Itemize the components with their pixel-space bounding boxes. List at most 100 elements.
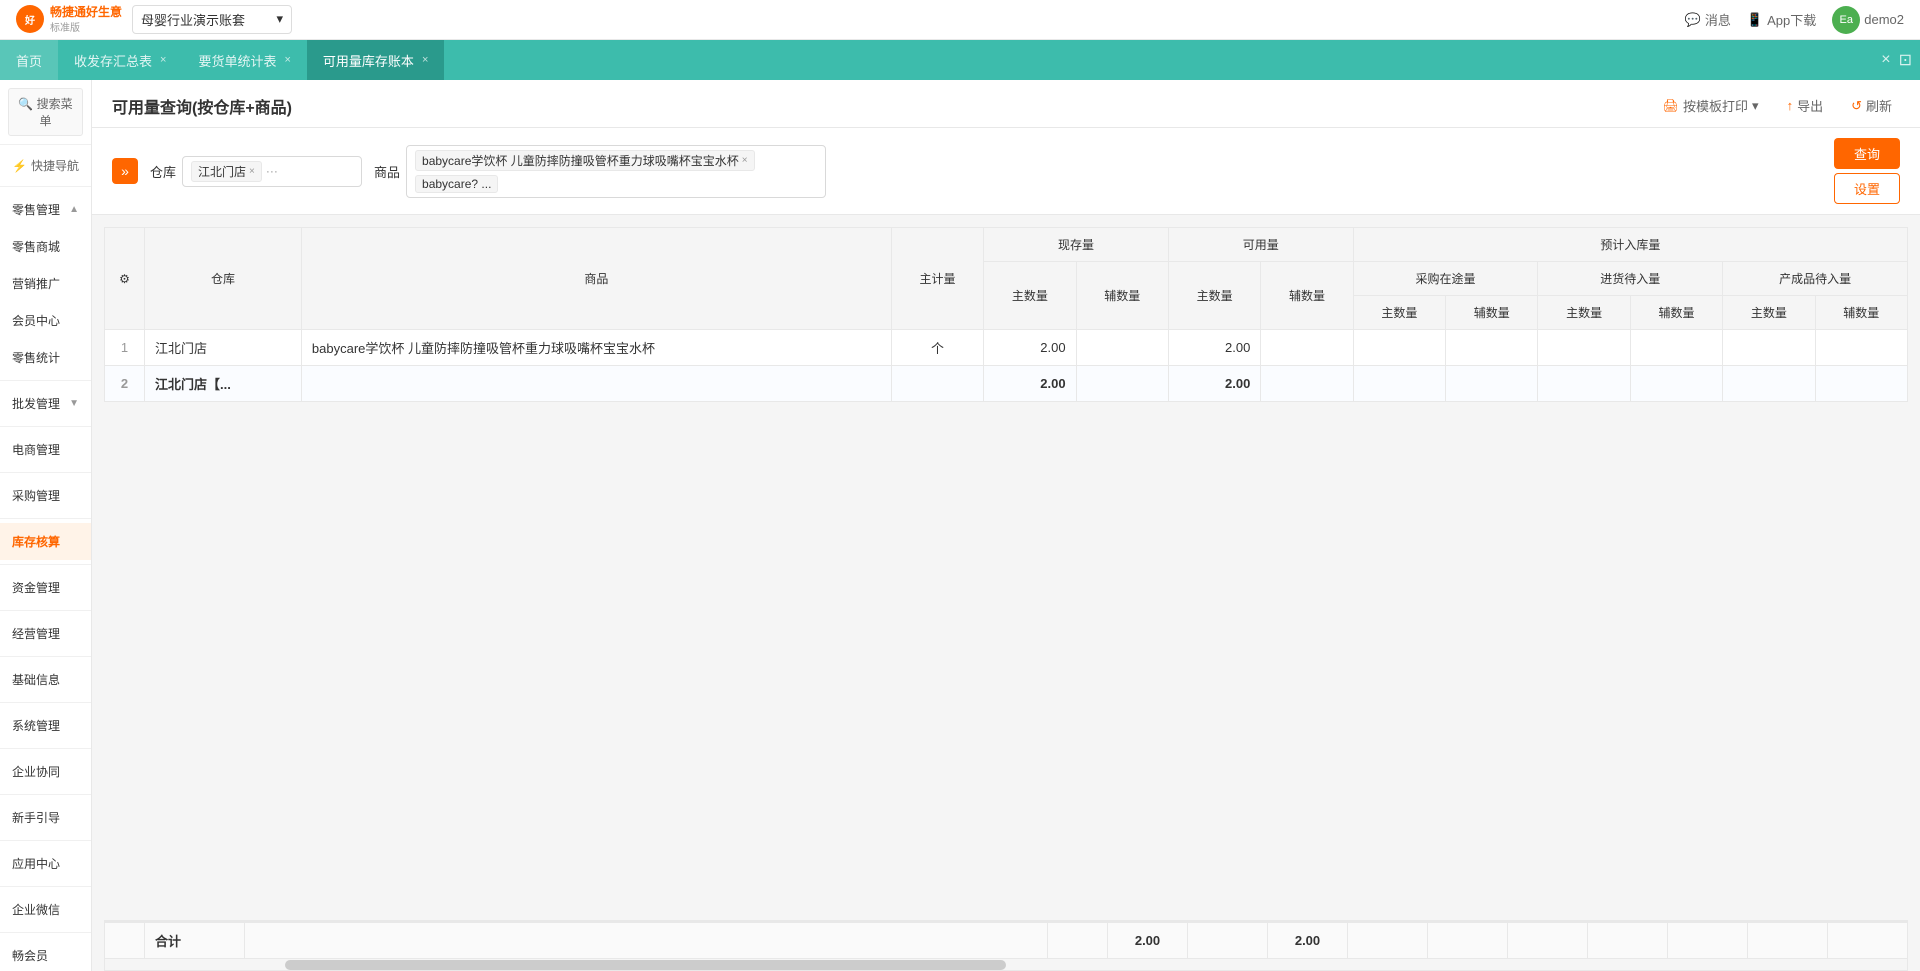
purchase-main-cell-1: [1353, 330, 1445, 366]
warehouse-header: 仓库: [145, 228, 302, 330]
stock-main-cell-1: 2.00: [984, 330, 1076, 366]
query-button[interactable]: 查询: [1834, 138, 1900, 169]
sidebar-item-member-center[interactable]: 会员中心: [0, 302, 91, 339]
production-main-cell-2: [1723, 366, 1815, 402]
col-settings-header[interactable]: ⚙: [105, 228, 145, 330]
refresh-button[interactable]: ↺ 刷新: [1843, 92, 1900, 119]
sidebar-item-inventory[interactable]: 库存核算: [0, 523, 91, 560]
tab-collections[interactable]: 收发存汇总表 ×: [58, 40, 182, 80]
incoming-aux-header: 辅数量: [1630, 296, 1722, 330]
production-group-header: 产成品待入量: [1723, 262, 1908, 296]
sidebar-item-wechat-label: 企业微信: [12, 901, 60, 918]
sidebar-item-appcenter[interactable]: 应用中心: [0, 845, 91, 882]
production-aux-cell-1: [1815, 330, 1907, 366]
footer-stock-aux: [1188, 923, 1268, 959]
horizontal-scrollbar[interactable]: [104, 959, 1908, 971]
sidebar-item-operations[interactable]: 经营管理: [0, 615, 91, 652]
app-download-button[interactable]: 📱 App下载: [1747, 10, 1816, 29]
logo-subtitle: 标准版: [50, 19, 122, 34]
sidebar-item-retail-stats[interactable]: 零售统计: [0, 339, 91, 376]
sidebar-item-basic-info[interactable]: 基础信息: [0, 661, 91, 698]
sidebar-item-system-label: 系统管理: [12, 717, 60, 734]
industry-selector[interactable]: 母婴行业演示账套 ▾: [132, 5, 292, 34]
sidebar-item-wholesale[interactable]: 批发管理 ▼: [0, 385, 91, 422]
download-icon: 📱: [1747, 12, 1763, 28]
logo-text-block: 畅捷通好生意 标准版: [50, 5, 122, 34]
page-header: 可用量查询(按仓库+商品) 🖨 按模板打印 ▾ ↑ 导出 ↺ 刷新: [92, 80, 1920, 128]
sidebar-item-system[interactable]: 系统管理: [0, 707, 91, 744]
filter-toggle-button[interactable]: »: [112, 158, 138, 184]
tab-available-stock[interactable]: 可用量库存账本 ×: [307, 40, 444, 80]
sidebar-item-quick-nav[interactable]: ⚡ 快捷导航: [0, 149, 91, 182]
tab-orders[interactable]: 要货单统计表 ×: [182, 40, 306, 80]
sidebar-item-retail-mgmt[interactable]: 零售管理 ▲: [0, 191, 91, 228]
sidebar-group-finance: 资金管理: [0, 565, 91, 611]
logo-text: 畅捷通好生意: [50, 5, 122, 19]
sidebar-item-retail-mall[interactable]: 零售商城: [0, 228, 91, 265]
refresh-icon: ↺: [1851, 98, 1862, 114]
page-title: 可用量查询(按仓库+商品): [112, 94, 292, 118]
tab-available-stock-close[interactable]: ×: [422, 54, 428, 66]
export-label: 导出: [1797, 96, 1823, 115]
product-tag-2: babycare? ...: [415, 175, 498, 193]
warehouse-cell-2: 江北门店【...: [145, 366, 302, 402]
search-menu-button[interactable]: 🔍 搜索菜单: [8, 88, 83, 136]
incoming-aux-cell-2: [1630, 366, 1722, 402]
production-aux-header: 辅数量: [1815, 296, 1907, 330]
sidebar-group-system: 系统管理: [0, 703, 91, 749]
warehouse-tag: 江北门店 ×: [191, 161, 262, 182]
tab-home[interactable]: 首页: [0, 40, 58, 80]
tab-home-label: 首页: [16, 51, 42, 70]
print-button[interactable]: 🖨 按模板打印 ▾: [1655, 92, 1767, 119]
incoming-group-header: 进货待入量: [1538, 262, 1723, 296]
sidebar-group-wechat: 企业微信: [0, 887, 91, 933]
sidebar-item-wechat[interactable]: 企业微信: [0, 891, 91, 928]
setting-button[interactable]: 设置: [1834, 173, 1900, 204]
tab-orders-close[interactable]: ×: [284, 54, 290, 66]
filter-bar: » 仓库 江北门店 × ··· 商品 babycare学饮杯 儿童防摔防撞吸管杯…: [92, 128, 1920, 215]
sidebar-search-area: 🔍 搜索菜单: [0, 80, 91, 145]
purchase-aux-cell-2: [1446, 366, 1538, 402]
message-button[interactable]: 💬 消息: [1685, 10, 1731, 29]
stock-aux-cell-2: [1076, 366, 1168, 402]
scrollbar-thumb[interactable]: [285, 960, 1006, 970]
sidebar-group-purchase: 采购管理: [0, 473, 91, 519]
close-window-btn[interactable]: ×: [1881, 51, 1890, 69]
stock-aux-header: 辅数量: [1076, 262, 1168, 330]
print-arrow: ▾: [1752, 98, 1759, 114]
sidebar-item-enterprise[interactable]: 企业协同: [0, 753, 91, 790]
export-button[interactable]: ↑ 导出: [1779, 92, 1832, 119]
quick-nav-icon: ⚡: [12, 159, 27, 173]
nav-window-buttons: × ⊡: [1881, 50, 1920, 70]
content-area: 可用量查询(按仓库+商品) 🖨 按模板打印 ▾ ↑ 导出 ↺ 刷新: [92, 80, 1920, 971]
avatar: Ea: [1832, 6, 1860, 34]
main-layout: 🔍 搜索菜单 ⚡ 快捷导航 零售管理 ▲ 零售商城 营销推广 会员中心: [0, 80, 1920, 971]
sidebar-item-finance[interactable]: 资金管理: [0, 569, 91, 606]
retail-mgmt-arrow: ▲: [69, 204, 79, 215]
sidebar-item-vip[interactable]: 畅会员: [0, 937, 91, 971]
sidebar-group-newguide: 新手引导: [0, 795, 91, 841]
data-table: ⚙ 仓库 商品 主计量 现存量 可用量 预计入库量 主数量 辅数量 主数量 辅数…: [104, 227, 1908, 402]
warehouse-tag-remove[interactable]: ×: [249, 166, 255, 177]
footer-incoming-main: [1588, 923, 1668, 959]
warehouse-filter-label: 仓库: [150, 162, 176, 181]
product-tag-2-text: babycare? ...: [422, 177, 491, 191]
sidebar-group-vip: 畅会员: [0, 933, 91, 971]
sidebar-item-purchase[interactable]: 采购管理: [0, 477, 91, 514]
message-label: 消息: [1705, 10, 1731, 29]
user-avatar-area[interactable]: Ea demo2: [1832, 6, 1904, 34]
available-group-header: 可用量: [1168, 228, 1353, 262]
sidebar-item-ecommerce[interactable]: 电商管理: [0, 431, 91, 468]
sidebar-item-vip-label: 畅会员: [12, 947, 48, 964]
maximize-btn[interactable]: ⊡: [1899, 50, 1912, 70]
sidebar-item-newguide[interactable]: 新手引导: [0, 799, 91, 836]
product-filter-field[interactable]: babycare学饮杯 儿童防摔防撞吸管杯重力球吸嘴杯宝宝水杯 × babyca…: [406, 145, 826, 198]
product-tag-1-remove[interactable]: ×: [742, 155, 748, 166]
sidebar-item-marketing[interactable]: 营销推广: [0, 265, 91, 302]
sidebar-group-appcenter: 应用中心: [0, 841, 91, 887]
top-bar: 好 畅捷通好生意 标准版 母婴行业演示账套 ▾ 💬 消息 📱 App下载 Ea …: [0, 0, 1920, 40]
footer-purchase-main: [1428, 923, 1508, 959]
tab-collections-close[interactable]: ×: [160, 54, 166, 66]
unit-cell-2: [891, 366, 983, 402]
warehouse-filter-field[interactable]: 江北门店 × ···: [182, 156, 362, 187]
